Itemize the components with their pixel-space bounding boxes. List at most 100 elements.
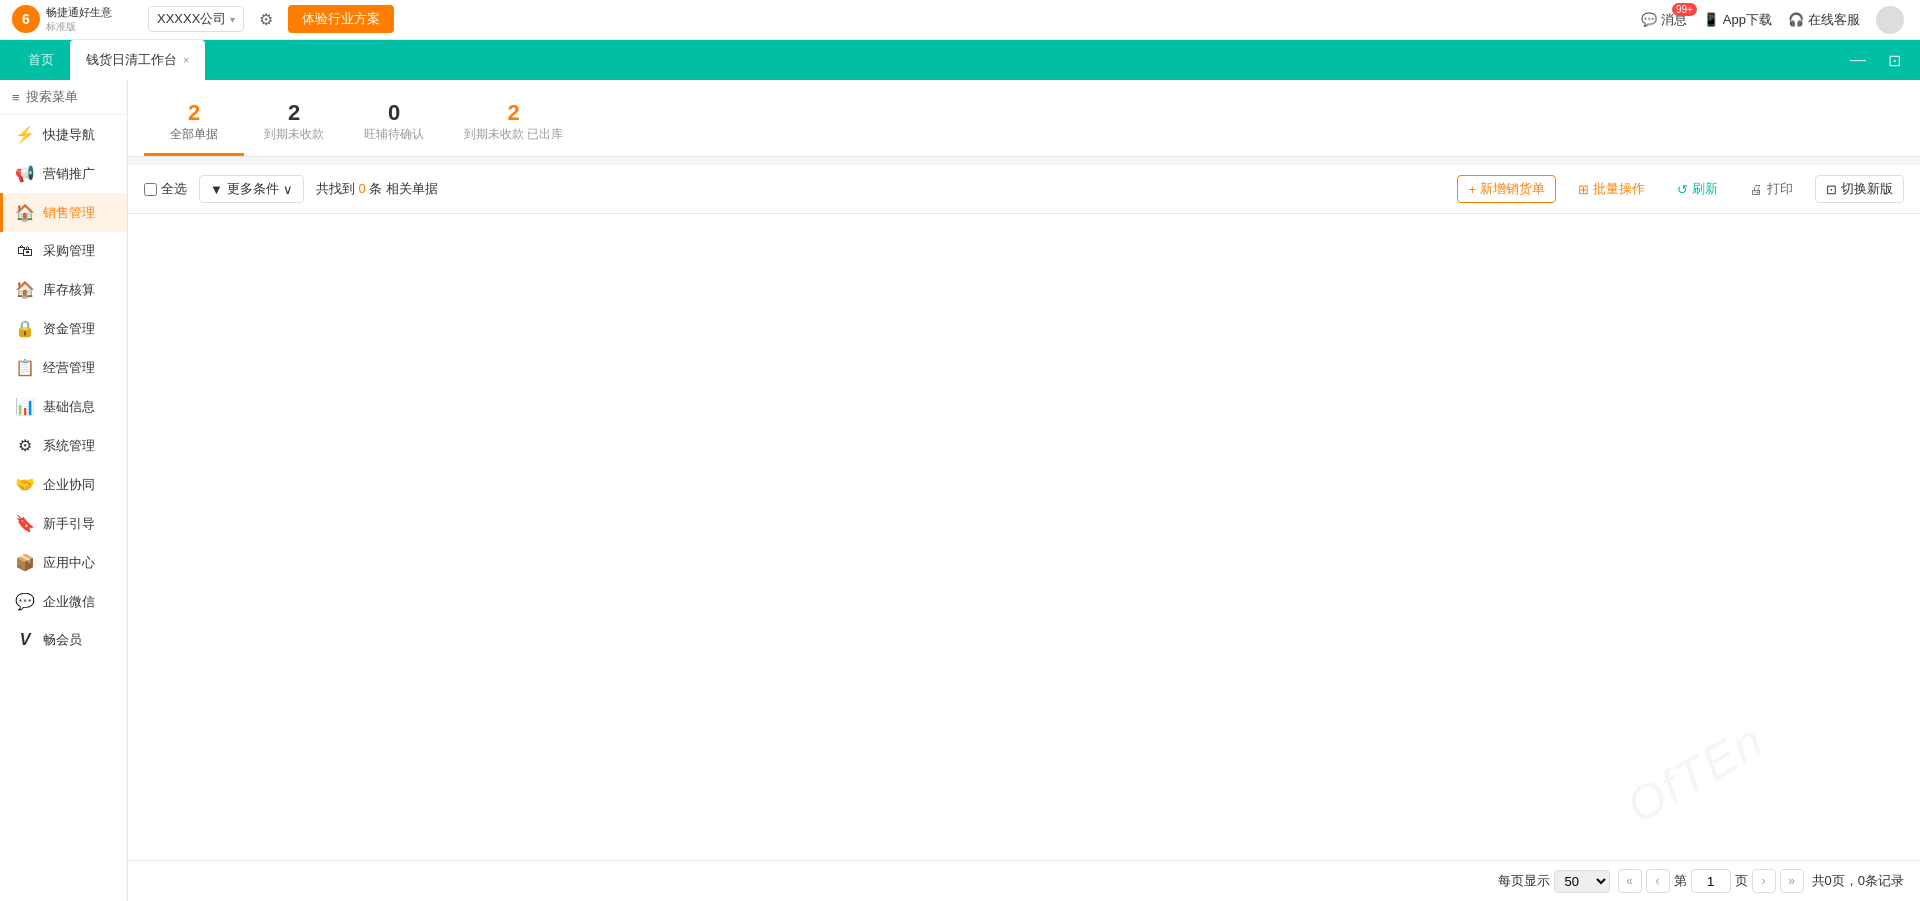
sidebar-item-guide[interactable]: 🔖 新手引导 <box>0 504 127 543</box>
refresh-icon: ↺ <box>1677 182 1688 197</box>
sidebar-label: 企业协同 <box>43 476 95 494</box>
toolbar: 全选 ▼ 更多条件 ∨ 共找到 0 条 相关单据 + 新增销货单 <box>128 165 1920 214</box>
message-button[interactable]: 💬 消息 99+ <box>1641 11 1687 29</box>
tab-overdue-count: 2 <box>264 100 324 126</box>
found-count: 0 <box>359 181 366 196</box>
batch-operation-button[interactable]: ⊞ 批量操作 <box>1568 176 1655 202</box>
sidebar-item-basic-info[interactable]: 📊 基础信息 <box>0 387 127 426</box>
company-name: XXXXX公司 <box>157 10 226 28</box>
chevron-down-icon: ∨ <box>283 182 293 197</box>
sidebar: ≡ 搜索菜单 ⚡ 快捷导航 📢 营销推广 🏠 销售管理 🛍 采购管理 🏠 库存核… <box>0 80 128 901</box>
sidebar-item-quick-nav[interactable]: ⚡ 快捷导航 <box>0 115 127 154</box>
last-page-button[interactable]: » <box>1780 869 1804 893</box>
select-all-checkbox[interactable]: 全选 <box>144 180 187 198</box>
online-service-button[interactable]: 🎧 在线客服 <box>1788 11 1860 29</box>
sidebar-label: 资金管理 <box>43 320 95 338</box>
first-page-button[interactable]: « <box>1618 869 1642 893</box>
company-selector[interactable]: XXXXX公司 ▾ <box>148 6 244 32</box>
page-size-select[interactable]: 50 20 100 <box>1554 870 1610 893</box>
search-menu-item[interactable]: ≡ 搜索菜单 <box>0 80 127 115</box>
tab-minimize-button[interactable]: — <box>1844 46 1872 74</box>
select-all-label: 全选 <box>161 180 187 198</box>
add-label: 新增销货单 <box>1480 180 1545 198</box>
app-download-label: App下载 <box>1723 11 1772 29</box>
member-icon: V <box>15 631 35 649</box>
batch-label: 批量操作 <box>1593 180 1645 198</box>
prev-page-button[interactable]: ‹ <box>1646 869 1670 893</box>
tab-maximize-button[interactable]: ⊡ <box>1880 46 1908 74</box>
sidebar-label: 库存核算 <box>43 281 95 299</box>
per-page-label: 每页显示 <box>1498 872 1550 890</box>
sidebar-item-marketing[interactable]: 📢 营销推广 <box>0 154 127 193</box>
capital-icon: 🔒 <box>15 319 35 338</box>
main-layout: ≡ 搜索菜单 ⚡ 快捷导航 📢 营销推广 🏠 销售管理 🛍 采购管理 🏠 库存核… <box>0 80 1920 901</box>
page-input[interactable] <box>1691 869 1731 893</box>
sidebar-item-inventory[interactable]: 🏠 库存核算 <box>0 270 127 309</box>
switch-version-button[interactable]: ⊡ 切换新版 <box>1815 175 1904 203</box>
trial-button[interactable]: 体验行业方案 <box>288 5 394 33</box>
tab-wangwang[interactable]: 0 旺辅待确认 <box>344 92 444 156</box>
guide-icon: 🔖 <box>15 514 35 533</box>
sidebar-label: 快捷导航 <box>43 126 95 144</box>
sidebar-item-capital[interactable]: 🔒 资金管理 <box>0 309 127 348</box>
cooperation-icon: 🤝 <box>15 475 35 494</box>
purchase-icon: 🛍 <box>15 242 35 260</box>
page-prefix: 第 <box>1674 872 1687 890</box>
download-icon: 📱 <box>1703 12 1719 27</box>
sidebar-label: 应用中心 <box>43 554 95 572</box>
sidebar-item-purchase[interactable]: 🛍 采购管理 <box>0 232 127 270</box>
found-text: 共找到 0 条 相关单据 <box>316 180 438 198</box>
logo-icon: 6 <box>12 5 40 33</box>
add-sales-order-button[interactable]: + 新增销货单 <box>1457 175 1556 203</box>
toolbar-right: + 新增销货单 ⊞ 批量操作 ↺ 刷新 🖨 打印 ⊡ 切换新版 <box>1457 175 1904 203</box>
sidebar-item-member[interactable]: V 畅会员 <box>0 621 127 659</box>
table-area <box>128 214 1920 860</box>
sidebar-item-cooperation[interactable]: 🤝 企业协同 <box>0 465 127 504</box>
next-page-button[interactable]: › <box>1752 869 1776 893</box>
tab-overdue-shipped-count: 2 <box>464 100 563 126</box>
app-center-icon: 📦 <box>15 553 35 572</box>
operation-icon: 📋 <box>15 358 35 377</box>
user-avatar[interactable] <box>1876 6 1908 34</box>
tab-overdue[interactable]: 2 到期未收款 <box>244 92 344 156</box>
sidebar-label: 畅会员 <box>43 631 82 649</box>
sidebar-label: 销售管理 <box>43 204 95 222</box>
print-icon: 🖨 <box>1750 182 1763 197</box>
select-all-input[interactable] <box>144 183 157 196</box>
top-bar: 6 畅捷通好生意 标准版 XXXXX公司 ▾ ⚙ 体验行业方案 💬 消息 99+… <box>0 0 1920 40</box>
switch-icon: ⊡ <box>1826 182 1837 197</box>
tab-close-icon[interactable]: × <box>183 54 189 66</box>
tab-home[interactable]: 首页 <box>12 40 70 80</box>
settings-button[interactable]: ⚙ <box>252 5 280 33</box>
tab-overdue-shipped[interactable]: 2 到期未收款 已出库 <box>444 92 583 156</box>
service-icon: 🎧 <box>1788 12 1804 27</box>
tab-all[interactable]: 2 全部单据 <box>144 92 244 156</box>
filter-button[interactable]: ▼ 更多条件 ∨ <box>199 175 304 203</box>
online-service-label: 在线客服 <box>1808 11 1860 29</box>
nav-tabs-actions: — ⊡ <box>1844 46 1908 74</box>
switch-label: 切换新版 <box>1841 180 1893 198</box>
tab-wangwang-count: 0 <box>364 100 424 126</box>
sidebar-item-sales[interactable]: 🏠 销售管理 <box>0 193 127 232</box>
toolbar-left: 全选 ▼ 更多条件 ∨ 共找到 0 条 相关单据 <box>144 175 438 203</box>
gear-icon: ⚙ <box>259 10 273 29</box>
print-button[interactable]: 🖨 打印 <box>1740 176 1803 202</box>
batch-icon: ⊞ <box>1578 182 1589 197</box>
sidebar-item-app-center[interactable]: 📦 应用中心 <box>0 543 127 582</box>
system-icon: ⚙ <box>15 436 35 455</box>
sidebar-label: 系统管理 <box>43 437 95 455</box>
avatar-image <box>1876 6 1904 34</box>
print-label: 打印 <box>1767 180 1793 198</box>
sidebar-item-wechat[interactable]: 💬 企业微信 <box>0 582 127 621</box>
tab-all-count: 2 <box>164 100 224 126</box>
app-download-button[interactable]: 📱 App下载 <box>1703 11 1772 29</box>
refresh-button[interactable]: ↺ 刷新 <box>1667 176 1728 202</box>
sidebar-label: 经营管理 <box>43 359 95 377</box>
sidebar-item-system[interactable]: ⚙ 系统管理 <box>0 426 127 465</box>
sidebar-item-operation[interactable]: 📋 经营管理 <box>0 348 127 387</box>
chevron-down-icon: ▾ <box>230 14 235 25</box>
tab-workbench[interactable]: 钱货日清工作台 × <box>70 40 205 80</box>
basic-info-icon: 📊 <box>15 397 35 416</box>
logo-tag: 标准版 <box>46 20 112 34</box>
counter-tabs: 2 全部单据 2 到期未收款 0 旺辅待确认 2 到期未收款 已出库 <box>128 80 1920 157</box>
